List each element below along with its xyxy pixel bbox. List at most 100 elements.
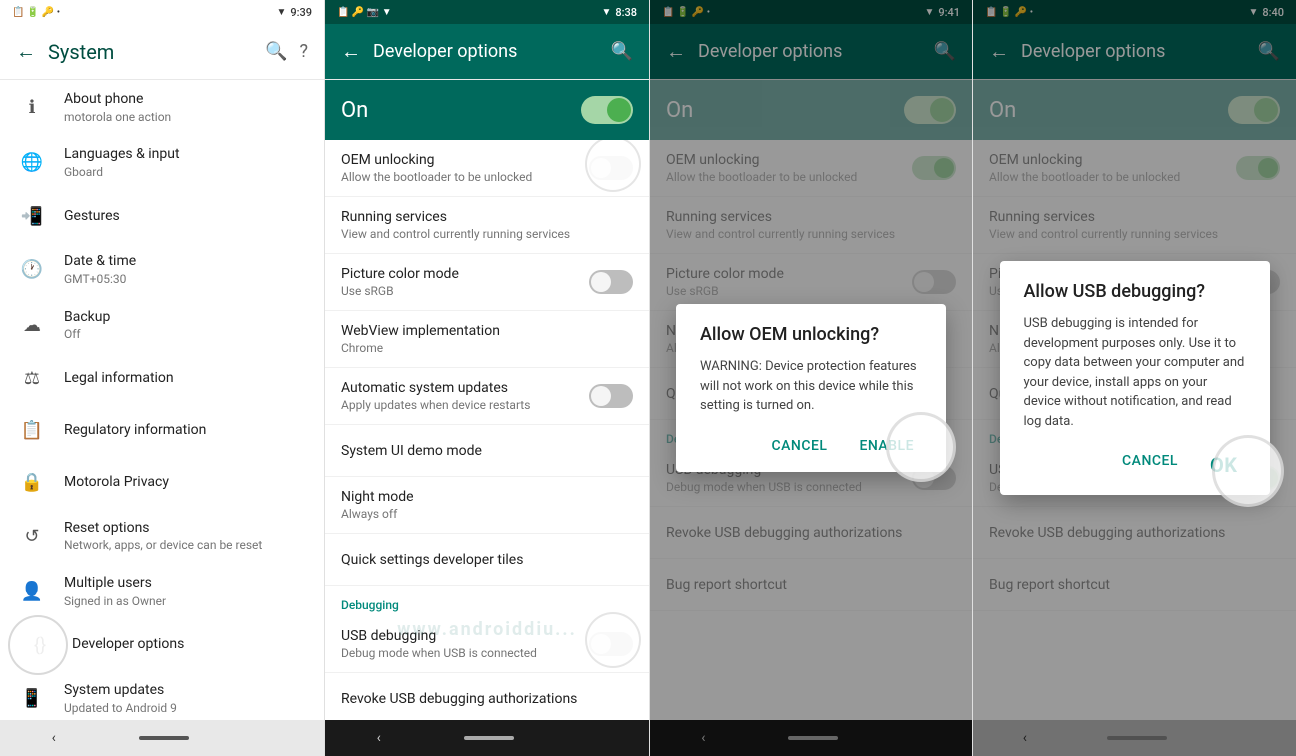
- users-icon: 👤: [16, 576, 48, 608]
- usb-dialog-title: Allow USB debugging?: [1024, 281, 1246, 302]
- auto-updates-thumb: [591, 386, 611, 406]
- revoke-usb-texts: Revoke USB debugging authorizations: [341, 691, 633, 707]
- auto-updates-texts: Automatic system updates Apply updates w…: [341, 380, 589, 412]
- regulatory-texts: Regulatory information: [64, 421, 308, 441]
- picture-color-texts: Picture color mode Use sRGB: [341, 266, 589, 298]
- backup-title: Backup: [64, 308, 308, 328]
- setting-multiple-users[interactable]: 👤 Multiple users Signed in as Owner: [0, 564, 324, 619]
- search-button-panel2[interactable]: 🔍: [611, 41, 633, 62]
- webview-subtitle: Chrome: [341, 341, 633, 355]
- night-mode-texts: Night mode Always off: [341, 489, 633, 521]
- back-button-panel1[interactable]: ←: [16, 39, 36, 64]
- date-time-title: Date & time: [64, 252, 308, 272]
- languages-subtitle: Gboard: [64, 165, 308, 181]
- reset-subtitle: Network, apps, or device can be reset: [64, 538, 308, 554]
- status-bar-panel1: 📋 🔋 🔑 • ▼ 9:39: [0, 0, 324, 24]
- dev-opt-auto-updates[interactable]: Automatic system updates Apply updates w…: [325, 368, 649, 425]
- languages-texts: Languages & input Gboard: [64, 145, 308, 180]
- nav-pill-panel2: [464, 736, 514, 740]
- status-icons-left: 📋 🔋 🔑 •: [12, 7, 60, 18]
- system-updates-title: System updates: [64, 681, 308, 701]
- dev-opt-night-mode[interactable]: Night mode Always off: [325, 477, 649, 534]
- dev-opt-picture-color-mode[interactable]: Picture color mode Use sRGB: [325, 254, 649, 311]
- developer-toggle-thumb: [607, 98, 631, 122]
- privacy-title: Motorola Privacy: [64, 473, 308, 493]
- oem-dialog-cancel[interactable]: Cancel: [763, 432, 835, 460]
- setting-system-updates[interactable]: 📱 System updates Updated to Android 9: [0, 671, 324, 720]
- status-icons-left-2: 📋 🔑 📷 ▼: [337, 7, 392, 18]
- setting-languages-input[interactable]: 🌐 Languages & input Gboard: [0, 135, 324, 190]
- developer-options-panel: 📋 🔑 📷 ▼ ▼ 8:38 ← Developer options 🔍 On …: [325, 0, 650, 756]
- gestures-icon: 📲: [16, 200, 48, 232]
- revoke-usb-title: Revoke USB debugging authorizations: [341, 691, 633, 707]
- quick-settings-texts: Quick settings developer tiles: [341, 552, 633, 568]
- app-bar-title-panel2: Developer options: [373, 41, 599, 62]
- setting-backup[interactable]: ☁ Backup Off: [0, 298, 324, 353]
- users-title: Multiple users: [64, 574, 308, 594]
- date-time-subtitle: GMT+05:30: [64, 272, 308, 288]
- usb-dialog-overlay: Allow USB debugging? USB debugging is in…: [973, 0, 1296, 756]
- dev-options-texts: Developer options: [72, 635, 308, 655]
- debugging-section-header: Debugging: [325, 586, 649, 616]
- nav-bar-panel1: ‹: [0, 720, 324, 756]
- dev-opt-quick-settings[interactable]: Quick settings developer tiles: [325, 534, 649, 586]
- regulatory-title: Regulatory information: [64, 421, 308, 441]
- oem-dialog-title: Allow OEM unlocking?: [700, 324, 922, 345]
- dev-opt-oem-unlocking[interactable]: OEM unlocking Allow the bootloader to be…: [325, 140, 649, 197]
- nav-back-panel2[interactable]: ‹: [357, 726, 401, 750]
- usb-dialog-cancel[interactable]: Cancel: [1114, 447, 1186, 483]
- usb-debugging-texts: USB debugging Debug mode when USB is con…: [341, 628, 589, 660]
- ok-button-circle: [1212, 435, 1284, 507]
- picture-color-title: Picture color mode: [341, 266, 589, 282]
- wifi-icon: ▼: [276, 7, 286, 18]
- oem-dialog-overlay: Allow OEM unlocking? WARNING: Device pro…: [650, 0, 972, 756]
- date-time-texts: Date & time GMT+05:30: [64, 252, 308, 287]
- about-phone-subtitle: motorola one action: [64, 110, 308, 126]
- setting-motorola-privacy[interactable]: 🔒 Motorola Privacy: [0, 457, 324, 509]
- dev-options-title: Developer options: [72, 635, 308, 655]
- picture-color-toggle[interactable]: [589, 270, 633, 294]
- app-bar-panel1: ← System 🔍 ?: [0, 24, 324, 80]
- running-services-texts: Running services View and control curren…: [341, 209, 633, 241]
- usb-debugging-subtitle: Debug mode when USB is connected: [341, 646, 589, 660]
- dev-opt-system-ui-demo[interactable]: System UI demo mode: [325, 425, 649, 477]
- gestures-texts: Gestures: [64, 207, 308, 227]
- about-phone-icon: ℹ: [16, 92, 48, 124]
- picture-color-subtitle: Use sRGB: [341, 284, 589, 298]
- back-button-panel2[interactable]: ←: [341, 39, 361, 64]
- developer-toggle[interactable]: [581, 96, 633, 124]
- usb-debugging-title: USB debugging: [341, 628, 589, 644]
- legal-texts: Legal information: [64, 369, 308, 389]
- status-bar-panel2: 📋 🔑 📷 ▼ ▼ 8:38: [325, 0, 649, 24]
- legal-icon: ⚖: [16, 363, 48, 395]
- dev-opt-running-services[interactable]: Running services View and control curren…: [325, 197, 649, 254]
- dev-opt-webview[interactable]: WebView implementation Chrome: [325, 311, 649, 368]
- setting-date-time[interactable]: 🕐 Date & time GMT+05:30: [0, 242, 324, 297]
- languages-icon: 🌐: [16, 147, 48, 179]
- dev-opt-revoke-usb[interactable]: Revoke USB debugging authorizations: [325, 673, 649, 720]
- setting-gestures[interactable]: 📲 Gestures: [0, 190, 324, 242]
- reset-texts: Reset options Network, apps, or device c…: [64, 519, 308, 554]
- setting-regulatory-information[interactable]: 📋 Regulatory information: [0, 405, 324, 457]
- running-services-subtitle: View and control currently running servi…: [341, 227, 633, 241]
- setting-legal-information[interactable]: ⚖ Legal information: [0, 353, 324, 405]
- gestures-title: Gestures: [64, 207, 308, 227]
- legal-title: Legal information: [64, 369, 308, 389]
- setting-about-phone[interactable]: ℹ About phone motorola one action: [0, 80, 324, 135]
- system-settings-panel: 📋 🔋 🔑 • ▼ 9:39 ← System 🔍 ? ℹ About phon…: [0, 0, 325, 756]
- setting-reset-options[interactable]: ↺ Reset options Network, apps, or device…: [0, 509, 324, 564]
- auto-updates-subtitle: Apply updates when device restarts: [341, 398, 589, 412]
- nav-back-panel1[interactable]: ‹: [32, 726, 76, 750]
- dev-opt-usb-debugging[interactable]: USB debugging Debug mode when USB is con…: [325, 616, 649, 673]
- setting-developer-options[interactable]: {} Developer options: [0, 619, 324, 671]
- status-icons-right-2: ▼ 8:38: [601, 6, 637, 19]
- developer-on-row[interactable]: On: [325, 80, 649, 140]
- auto-updates-title: Automatic system updates: [341, 380, 589, 396]
- search-button-panel1[interactable]: 🔍: [265, 41, 287, 62]
- app-bar-title-panel1: System: [48, 40, 253, 64]
- nav-bar-panel2: ‹: [325, 720, 649, 756]
- help-button-panel1[interactable]: ?: [299, 41, 308, 62]
- auto-updates-toggle[interactable]: [589, 384, 633, 408]
- notif-icons-2: 📋 🔑 📷 ▼: [337, 7, 392, 18]
- wifi-icon-2: ▼: [601, 7, 611, 18]
